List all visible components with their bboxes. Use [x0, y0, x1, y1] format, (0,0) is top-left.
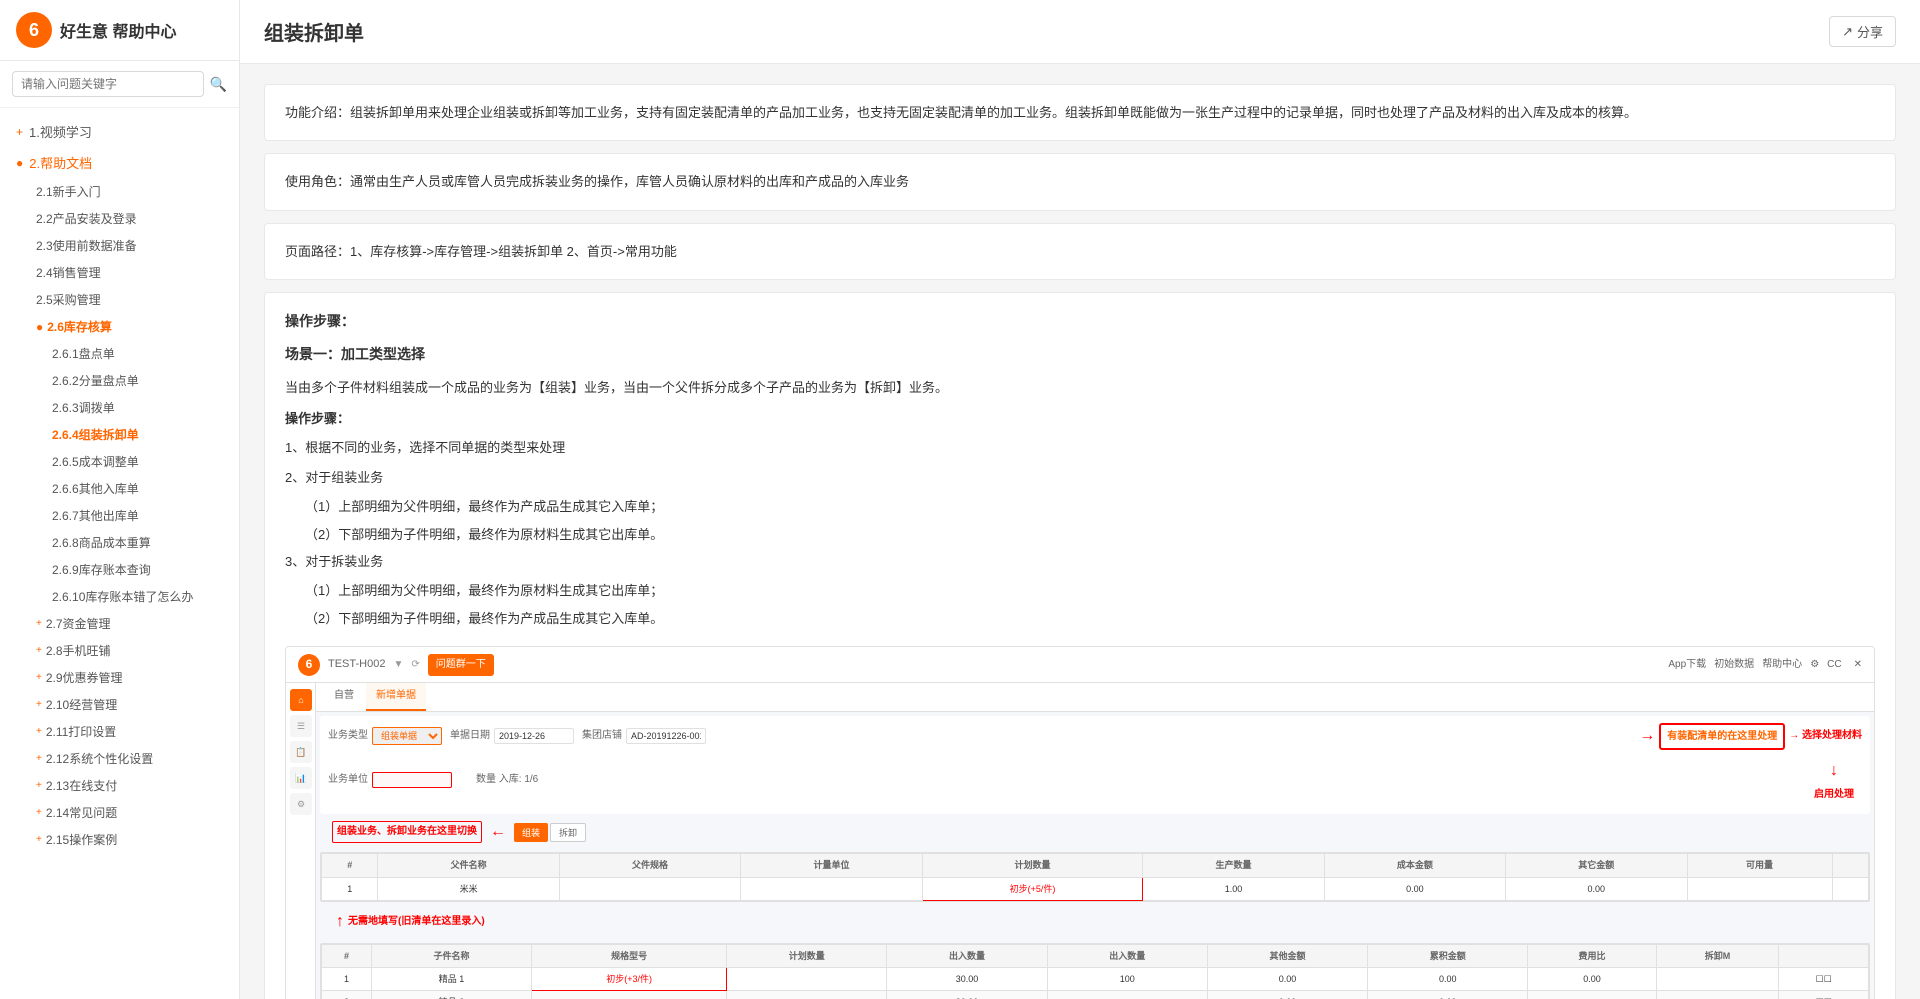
scenario1-title: 场景一：加工类型选择	[285, 342, 1875, 367]
sidebar-item-mobile[interactable]: + 2.8手机旺铺	[0, 637, 239, 664]
sidebar-item-assembly[interactable]: 2.6.4组装拆卸单	[0, 421, 239, 448]
sidebar-item-cases[interactable]: + 2.15操作案例	[0, 826, 239, 853]
main-area: 组装拆卸单 ↗ 分享 功能介绍：组装拆卸单用来处理企业组装或拆卸等加工业务，支持…	[240, 0, 1920, 999]
mock-lower-table-container: # 子件名称 规格型号 计划数量 出入数量 出入数量 其他金额 累积金额	[320, 943, 1870, 999]
ops-title: 操作步骤：	[285, 309, 1875, 334]
mock-top-btn: 问题群一下	[428, 654, 494, 676]
step2-2: （2）下部明细为子件明细，最终作为原材料生成其它出库单。	[285, 523, 1875, 546]
sidebar-item-coupon[interactable]: + 2.9优惠券管理	[0, 664, 239, 691]
path-card: 页面路径：1、库存核算->库存管理->组装拆卸单 2、首页->常用功能	[264, 223, 1896, 280]
page-title: 组装拆卸单	[264, 17, 364, 46]
mock-assembly-btn[interactable]: 组装	[514, 823, 548, 842]
main-header: 组装拆卸单 ↗ 分享	[240, 0, 1920, 64]
mock-content-area: 自营 新增单据 业务类型 组装单据	[316, 683, 1874, 999]
sidebar-item-stockerror[interactable]: 2.6.10库存账本错了怎么办	[0, 583, 239, 610]
step3: 3、对于拆装业务	[285, 550, 1875, 573]
mock-upper-table: # 父件名称 父件规格 计量单位 计划数量 生产数量 成本金额 其它金额	[321, 853, 1869, 900]
step2: 2、对于组装业务	[285, 466, 1875, 489]
search-box: 🔍	[0, 61, 239, 108]
sidebar-item-stocktake[interactable]: 2.6.1盘点单	[0, 340, 239, 367]
search-button[interactable]: 🔍	[210, 76, 227, 93]
mock-sidebar-icon-3: 📊	[290, 767, 312, 789]
role-card: 使用角色：通常由生产人员或库管人员完成拆装业务的操作，库管人员确认原材料的出库和…	[264, 153, 1896, 210]
role-text: 使用角色：通常由生产人员或库管人员完成拆装业务的操作，库管人员确认原材料的出库和…	[285, 174, 909, 189]
mock-company: TEST-H002	[328, 655, 385, 675]
sidebar-item-customize[interactable]: + 2.12系统个性化设置	[0, 745, 239, 772]
sidebar-header: 6 好生意 帮助中心	[0, 0, 239, 61]
path-text: 页面路径：1、库存核算->库存管理->组装拆卸单 2、首页->常用功能	[285, 244, 677, 259]
sidebar-item-print[interactable]: + 2.11打印设置	[0, 718, 239, 745]
mock-biz-unit[interactable]	[372, 772, 452, 788]
mock-top-right: App下载 初始数据 帮助中心 ⚙ CC ✕	[1668, 656, 1862, 674]
nav-sub-docs: 2.1新手入门 2.2产品安装及登录 2.3使用前数据准备 2.4销售管理 2.…	[0, 178, 239, 853]
sidebar-item-docs[interactable]: ● 2.帮助文档	[0, 147, 239, 178]
mock-logo: 6	[298, 654, 320, 676]
mock-date-input[interactable]	[494, 728, 574, 744]
mock-tab-self[interactable]: 自营	[324, 683, 364, 711]
mock-tab-bar: 自营 新增单据	[316, 683, 1874, 712]
annotation-select-material: → 选择处理材料	[1789, 727, 1862, 745]
sidebar-item-sales[interactable]: 2.4销售管理	[0, 259, 239, 286]
search-input[interactable]	[12, 71, 204, 97]
sidebar-item-data[interactable]: 2.3使用前数据准备	[0, 232, 239, 259]
sidebar-item-otherinbound[interactable]: 2.6.6其他入库单	[0, 475, 239, 502]
sidebar-item-new[interactable]: 2.1新手入门	[0, 178, 239, 205]
sidebar-item-videos[interactable]: + 1.视频学习	[0, 116, 239, 147]
sidebar-item-costrecalc[interactable]: 2.6.8商品成本重算	[0, 529, 239, 556]
sidebar-item-splitstock[interactable]: 2.6.2分量盘点单	[0, 367, 239, 394]
step3-1: （1）上部明细为父件明细，最终作为原材料生成其它出库单；	[285, 579, 1875, 602]
scenario1-desc: 当由多个子件材料组装成一个成品的业务为【组装】业务，当由一个父件拆分成多个子产品…	[285, 376, 1875, 399]
mock-upper-table-container: # 父件名称 父件规格 计量单位 计划数量 生产数量 成本金额 其它金额	[320, 852, 1870, 901]
step1: 1、根据不同的业务，选择不同单据的类型来处理	[285, 436, 1875, 459]
sidebar-item-payment[interactable]: + 2.13在线支付	[0, 772, 239, 799]
sidebar-item-inventory[interactable]: ● 2.6库存核算	[0, 313, 239, 340]
mock-sidebar-icon-1: ☰	[290, 715, 312, 737]
share-button[interactable]: ↗ 分享	[1829, 16, 1896, 47]
mock-tab-new[interactable]: 新增单据	[366, 683, 426, 711]
nav-sub-inventory: 2.6.1盘点单 2.6.2分量盘点单 2.6.3调拨单 2.6.4组装拆卸单 …	[0, 340, 239, 610]
sidebar: 6 好生意 帮助中心 🔍 + 1.视频学习 ● 2.帮助文档 2.1新手入门 2…	[0, 0, 240, 999]
main-content: 功能介绍：组装拆卸单用来处理企业组装或拆卸等加工业务，支持有固定装配清单的产品加…	[240, 64, 1920, 999]
nav-tree: + 1.视频学习 ● 2.帮助文档 2.1新手入门 2.2产品安装及登录 2.3…	[0, 108, 239, 999]
intro-text: 功能介绍：组装拆卸单用来处理企业组装或拆卸等加工业务，支持有固定装配清单的产品加…	[285, 105, 1637, 120]
mock-disassembly-btn[interactable]: 拆卸	[550, 823, 586, 842]
steps-label: 操作步骤：	[285, 407, 1875, 430]
share-icon: ↗	[1842, 24, 1853, 40]
intro-card: 功能介绍：组装拆卸单用来处理企业组装或拆卸等加工业务，支持有固定装配清单的产品加…	[264, 84, 1896, 141]
mock-topbar: 6 TEST-H002 ▼ ⟳ 问题群一下 App下载 初始数据 帮助中心 ⚙ …	[286, 647, 1874, 683]
screenshot-container: 6 TEST-H002 ▼ ⟳ 问题群一下 App下载 初始数据 帮助中心 ⚙ …	[285, 646, 1875, 999]
sidebar-item-faq[interactable]: + 2.14常见问题	[0, 799, 239, 826]
annotation-bom: 有装配清单的在这里处理	[1667, 731, 1777, 742]
annotation-fill-hint: 无需地填写(旧清单在这里录入)	[348, 913, 485, 931]
annotation-type-switch: 组装业务、拆卸业务在这里切换	[332, 821, 482, 843]
mock-sidebar-icon-2: 📋	[290, 741, 312, 763]
mock-main-area: ⌂ ☰ 📋 📊 ⚙ 自营 新增单据	[286, 683, 1874, 999]
sidebar-item-transfer[interactable]: 2.6.3调拨单	[0, 394, 239, 421]
sidebar-item-otheroutbound[interactable]: 2.6.7其他出库单	[0, 502, 239, 529]
sidebar-item-stockcheck[interactable]: 2.6.9库存账本查询	[0, 556, 239, 583]
sidebar-item-finance[interactable]: + 2.7资金管理	[0, 610, 239, 637]
annotation-enable: 启用处理	[1814, 786, 1854, 804]
sidebar-item-costadj[interactable]: 2.6.5成本调整单	[0, 448, 239, 475]
step3-2: （2）下部明细为子件明细，最终作为产成品生成其它入库单。	[285, 607, 1875, 630]
instruction-card: 操作步骤： 场景一：加工类型选择 当由多个子件材料组装成一个成品的业务为【组装】…	[264, 292, 1896, 999]
mock-sidebar-mini: ⌂ ☰ 📋 📊 ⚙	[286, 683, 316, 999]
sidebar-item-ops[interactable]: + 2.10经营管理	[0, 691, 239, 718]
mock-shop-input[interactable]	[626, 728, 706, 744]
mock-sidebar-icon-home: ⌂	[290, 689, 312, 711]
app-logo: 6	[16, 12, 52, 48]
sidebar-item-install[interactable]: 2.2产品安装及登录	[0, 205, 239, 232]
sidebar-item-purchase[interactable]: 2.5采购管理	[0, 286, 239, 313]
mock-business-type[interactable]: 组装单据 拆卸单据	[372, 727, 442, 745]
mock-sidebar-icon-4: ⚙	[290, 793, 312, 815]
app-title: 好生意 帮助中心	[60, 18, 176, 42]
step2-1: （1）上部明细为父件明细，最终作为产成品生成其它入库单；	[285, 495, 1875, 518]
mock-lower-table: # 子件名称 规格型号 计划数量 出入数量 出入数量 其他金额 累积金额	[321, 944, 1869, 999]
